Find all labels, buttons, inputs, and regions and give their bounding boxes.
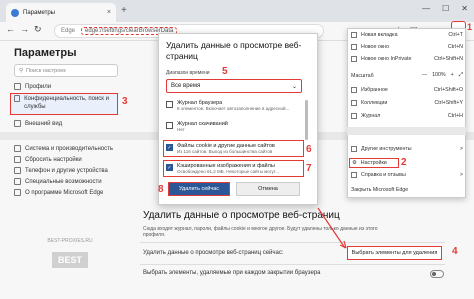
annotation-arrows bbox=[317, 207, 347, 249]
arrow-to-choose-button bbox=[317, 207, 346, 249]
